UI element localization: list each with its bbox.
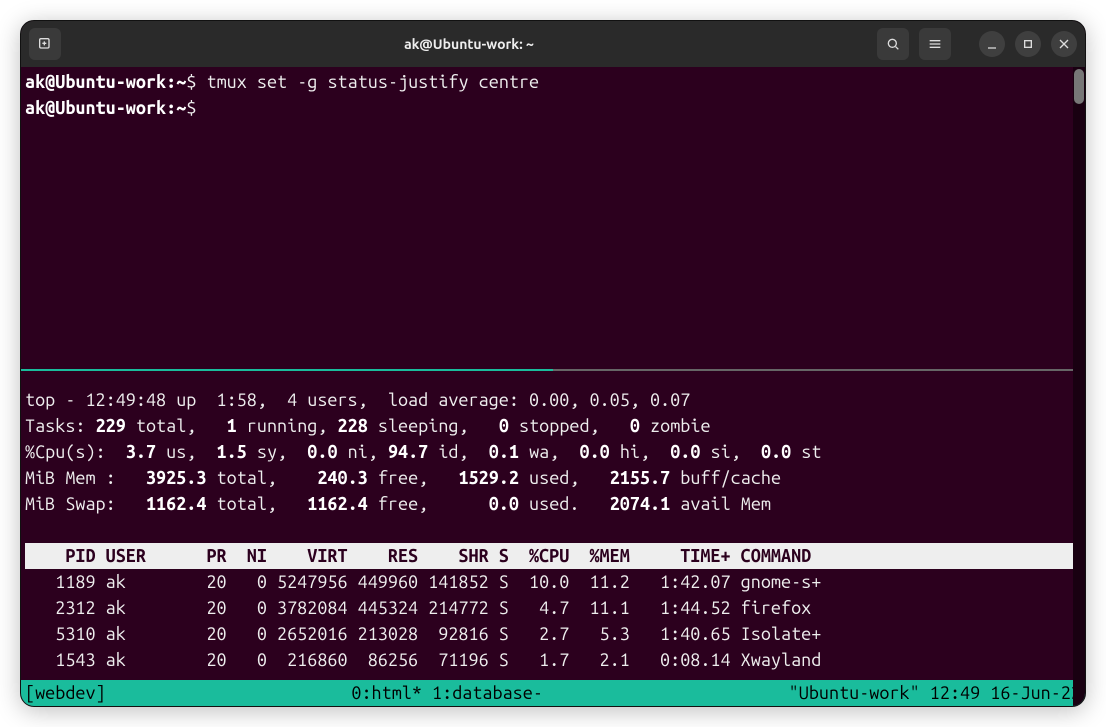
prompt-user: ak@Ubuntu-work <box>25 72 166 92</box>
search-button[interactable] <box>877 28 909 60</box>
tmux-statusbar: [webdev] 0:html* 1:database- "Ubuntu-wor… <box>21 680 1085 706</box>
terminal-window: ak@Ubuntu-work: ~ ak@Ubuntu-work:~$ tmu <box>20 20 1086 707</box>
table-row: 2312 ak 20 0 3782084 445324 214772 S 4.7… <box>25 598 821 618</box>
status-right: "Ubuntu-work" 12:49 16-Jun-22 <box>789 680 1081 706</box>
scrollbar-thumb[interactable] <box>1074 69 1084 104</box>
prompt-symbol: $ <box>186 98 196 118</box>
maximize-icon <box>1020 36 1036 52</box>
window-title: ak@Ubuntu-work: ~ <box>69 36 869 52</box>
terminal-body[interactable]: ak@Ubuntu-work:~$ tmux set -g status-jus… <box>21 67 1085 706</box>
table-row: 1543 ak 20 0 216860 86256 71196 S 1.7 2.… <box>25 650 821 670</box>
titlebar: ak@Ubuntu-work: ~ <box>21 21 1085 67</box>
search-icon <box>885 36 901 52</box>
menu-button[interactable] <box>919 28 951 60</box>
status-left: [webdev] <box>25 680 106 706</box>
command-1: tmux set -g status-justify centre <box>207 72 540 92</box>
tmux-pane-bottom[interactable]: top - 12:49:48 up 1:58, 4 users, load av… <box>21 371 1085 680</box>
close-button[interactable] <box>1051 31 1077 57</box>
new-tab-icon <box>37 36 53 52</box>
minimize-icon <box>984 36 1000 52</box>
close-icon <box>1056 36 1072 52</box>
status-center: 0:html* 1:database- <box>106 680 789 706</box>
prompt-path: ~ <box>176 98 186 118</box>
hamburger-icon <box>927 36 943 52</box>
top-header-line: top - 12:49:48 up 1:58, 4 users, load av… <box>25 390 690 410</box>
minimize-button[interactable] <box>979 31 1005 57</box>
table-row: 1189 ak 20 0 5247956 449960 141852 S 10.… <box>25 572 821 592</box>
scrollbar-track[interactable] <box>1073 67 1085 706</box>
table-row: 5310 ak 20 0 2652016 213028 92816 S 2.7 … <box>25 624 821 644</box>
tmux-pane-top[interactable]: ak@Ubuntu-work:~$ tmux set -g status-jus… <box>21 67 1085 369</box>
prompt-user: ak@Ubuntu-work <box>25 98 166 118</box>
new-tab-button[interactable] <box>29 28 61 60</box>
prompt-path: ~ <box>176 72 186 92</box>
prompt-symbol: $ <box>186 72 196 92</box>
top-columns-header: PID USER PR NI VIRT RES SHR S %CPU %MEM … <box>25 543 1081 569</box>
maximize-button[interactable] <box>1015 31 1041 57</box>
